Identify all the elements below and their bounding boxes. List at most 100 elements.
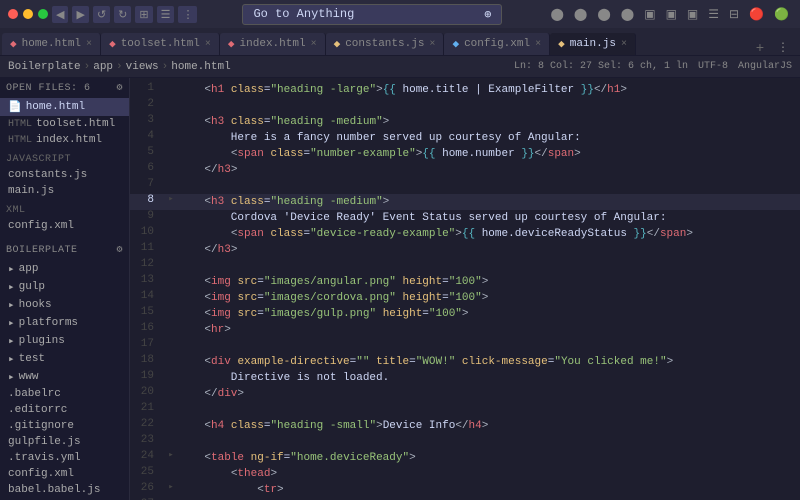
sidebar-folder-hooks[interactable]: ▸ hooks <box>0 296 129 314</box>
sidebar-file-constants[interactable]: constants.js <box>0 167 129 183</box>
minimize-button[interactable] <box>23 9 33 19</box>
tab-close-constants[interactable]: × <box>429 39 435 50</box>
window-btn-2[interactable]: ⬤ <box>571 6 590 22</box>
sidebar-file-main-label: main.js <box>8 185 54 197</box>
line-content-26: <tr> <box>178 482 798 498</box>
command-palette-text: Go to Anything <box>253 7 354 21</box>
window-btn-6[interactable]: ▣ <box>663 6 680 22</box>
line-content-12 <box>178 258 798 274</box>
tab-close-main[interactable]: × <box>621 39 627 50</box>
sidebar-file-editorrc[interactable]: .editorrc <box>0 402 129 418</box>
sidebar-file-toolset[interactable]: HTML toolset.html <box>0 116 129 132</box>
sidebar-boilerplate-header: Boilerplate ⚙ <box>0 240 129 260</box>
sidebar-file-gitignore[interactable]: .gitignore <box>0 418 129 434</box>
folder-label-hooks: hooks <box>19 299 52 311</box>
sidebar-file-babelbabel[interactable]: babel.babel.js <box>0 482 129 498</box>
forward-button[interactable]: ▶ <box>72 6 88 23</box>
sidebar-file-configxml[interactable]: config.xml <box>0 466 129 482</box>
tab-label-index: index.html <box>240 38 306 50</box>
line-gutter-8[interactable]: ▸ <box>164 194 178 204</box>
tab-label-toolset: toolset.html <box>121 38 200 50</box>
tab-label-config: config.xml <box>464 38 530 50</box>
tab-label-constants: constants.js <box>345 38 424 50</box>
sidebar-file-gulpfile[interactable]: gulpfile.js <box>0 434 129 450</box>
window-btn-7[interactable]: ▣ <box>684 6 701 22</box>
sidebar-folder-plugins[interactable]: ▸ plugins <box>0 332 129 350</box>
sidebar-settings-icon[interactable]: ⚙ <box>116 82 123 94</box>
sidebar-folder-app[interactable]: ▸ app <box>0 260 129 278</box>
line-num-15: 15 <box>132 306 164 318</box>
sidebar-file-main[interactable]: main.js <box>0 183 129 199</box>
code-line-12: 12 <box>130 258 800 274</box>
line-content-22: <h4 class="heading -small">Device Info</… <box>178 418 798 434</box>
sidebar-file-config[interactable]: config.xml <box>0 218 129 234</box>
sidebar-file-toolset-label: toolset.html <box>36 118 115 130</box>
window-btn-10[interactable]: 🔴 <box>746 6 767 22</box>
tab-toolset-html[interactable]: ◆ toolset.html × <box>101 33 220 55</box>
sidebar-file-travis[interactable]: .travis.yml <box>0 450 129 466</box>
line-content-11: </h3> <box>178 242 798 258</box>
nav-button-3[interactable]: ↺ <box>93 6 110 23</box>
nav-button-5[interactable]: ⊞ <box>135 6 152 23</box>
sidebar-folder-test[interactable]: ▸ test <box>0 350 129 368</box>
tab-close-index[interactable]: × <box>311 39 317 50</box>
folder-label-gulp: gulp <box>19 281 45 293</box>
line-num-14: 14 <box>132 290 164 302</box>
window-btn-8[interactable]: ☰ <box>705 6 722 22</box>
code-line-9: 9 Cordova 'Device Ready' Event Status se… <box>130 210 800 226</box>
sidebar-folder-platforms[interactable]: ▸ platforms <box>0 314 129 332</box>
window-btn-5[interactable]: ▣ <box>641 6 658 22</box>
code-line-8: 8 ▸ <h3 class="heading -medium"> <box>130 194 800 210</box>
tab-home-html[interactable]: ◆ home.html × <box>2 33 101 55</box>
line-content-19: Directive is not loaded. <box>178 370 798 386</box>
tab-index-html[interactable]: ◆ index.html × <box>220 33 326 55</box>
folder-icon-platforms: ▸ <box>8 316 15 330</box>
back-button[interactable]: ◀ <box>52 6 68 23</box>
line-gutter-26[interactable]: ▸ <box>164 482 178 492</box>
tab-menu-button[interactable]: ⋮ <box>774 39 792 55</box>
sidebar-file-index[interactable]: HTML index.html <box>0 132 129 148</box>
window-btn-4[interactable]: ⬤ <box>618 6 637 22</box>
folder-icon-app: ▸ <box>8 262 15 276</box>
window-btn-3[interactable]: ⬤ <box>594 6 613 22</box>
tab-close-config[interactable]: × <box>535 39 541 50</box>
title-bar-left: ◀ ▶ ↺ ↻ ⊞ ☰ ⋮ <box>8 6 197 23</box>
code-line-10: 10 <span class="device-ready-example">{{… <box>130 226 800 242</box>
new-tab-button[interactable]: + <box>750 39 770 55</box>
sidebar-folder-www[interactable]: ▸ www <box>0 368 129 386</box>
line-num-4: 4 <box>132 130 164 142</box>
tab-constants-js[interactable]: ◆ constants.js × <box>326 33 445 55</box>
status-right: Ln: 8 Col: 27 Sel: 6 ch, 1 ln UTF-8 Angu… <box>514 61 792 72</box>
sidebar-file-babelrc[interactable]: .babelrc <box>0 386 129 402</box>
window-btn-9[interactable]: ⊟ <box>726 6 742 22</box>
nav-button-6[interactable]: ☰ <box>157 6 175 23</box>
close-button[interactable] <box>8 9 18 19</box>
nav-button-7[interactable]: ⋮ <box>178 6 197 23</box>
tab-main-js[interactable]: ◆ main.js × <box>550 33 636 55</box>
line-content-15: <img src="images/gulp.png" height="100"> <box>178 306 798 322</box>
tab-config-xml[interactable]: ◆ config.xml × <box>444 33 550 55</box>
line-num-24: 24 <box>132 450 164 462</box>
folder-label-test: test <box>19 353 45 365</box>
code-line-20: 20 </div> <box>130 386 800 402</box>
nav-button-4[interactable]: ↻ <box>114 6 131 23</box>
line-num-3: 3 <box>132 114 164 126</box>
window-btn-11[interactable]: 🟢 <box>771 6 792 22</box>
boilerplate-settings-icon[interactable]: ⚙ <box>116 244 123 256</box>
maximize-button[interactable] <box>38 9 48 19</box>
window-btn-1[interactable]: ⬤ <box>547 6 566 22</box>
sidebar-js-group: JavaScript <box>0 148 129 167</box>
editor-content[interactable]: 1 <h1 class="heading -large">{{ home.tit… <box>130 78 800 500</box>
open-files-label: Open Files: 6 <box>6 83 91 94</box>
tab-close-home[interactable]: × <box>86 39 92 50</box>
tab-label-home: home.html <box>22 38 81 50</box>
sidebar-file-home[interactable]: 📄 home.html <box>0 98 129 116</box>
code-line-25: 25 <thead> <box>130 466 800 482</box>
command-palette[interactable]: Go to Anything ⊕ <box>242 4 502 25</box>
boilerplate-label: Boilerplate <box>6 245 78 256</box>
sidebar-file-travis-label: .travis.yml <box>8 452 81 464</box>
line-num-11: 11 <box>132 242 164 254</box>
sidebar-folder-gulp[interactable]: ▸ gulp <box>0 278 129 296</box>
line-gutter-24[interactable]: ▸ <box>164 450 178 460</box>
tab-close-toolset[interactable]: × <box>205 39 211 50</box>
